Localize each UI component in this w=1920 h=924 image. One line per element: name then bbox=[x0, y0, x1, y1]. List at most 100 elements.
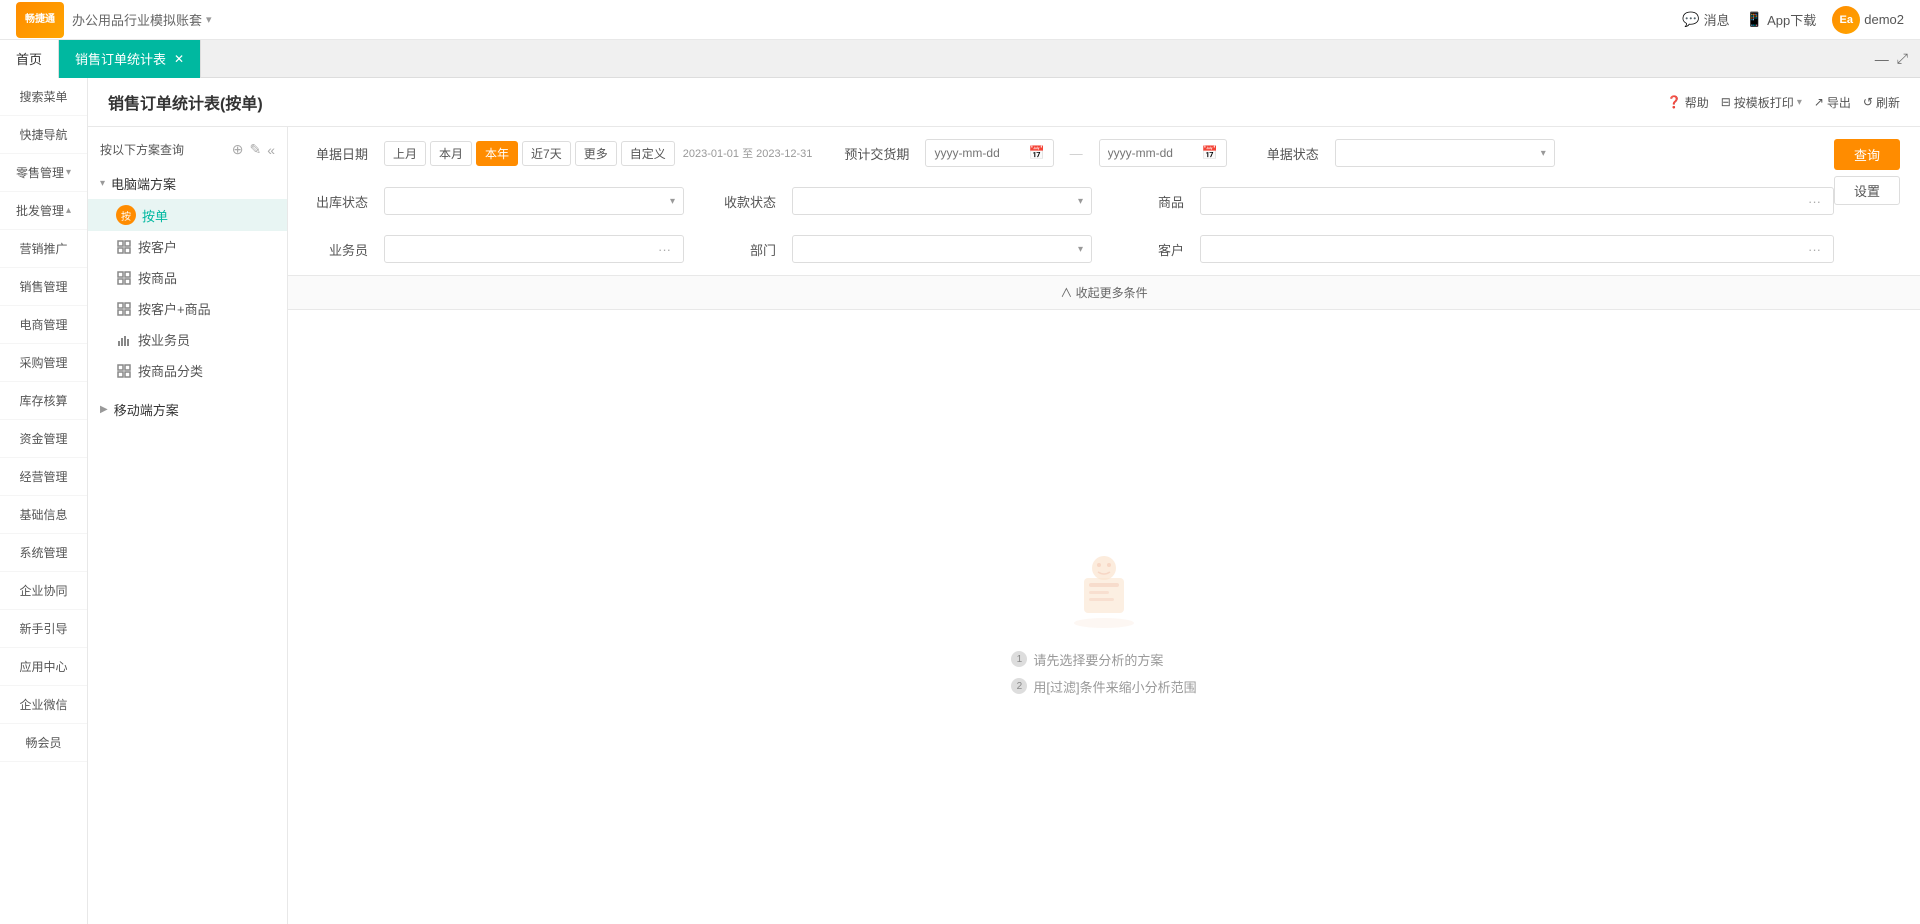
sidebar-item-quick-nav[interactable]: 快捷导航 bbox=[0, 116, 87, 154]
avatar-text: Ea bbox=[1840, 14, 1853, 26]
date-btn-this-month[interactable]: 本月 bbox=[430, 141, 472, 166]
main-layout: 搜索菜单 快捷导航 零售管理 ▾ 批发管理 ▴ 营销推广 销售管理 电商管理 采… bbox=[0, 78, 1920, 924]
edit-scheme-icon[interactable]: ✎ bbox=[249, 141, 261, 158]
sidebar-item-inventory[interactable]: 库存核算 bbox=[0, 382, 87, 420]
expected-date-to-input[interactable] bbox=[1108, 146, 1198, 160]
product-ellipsis-icon[interactable]: ··· bbox=[1804, 194, 1825, 209]
product-input-wrap[interactable]: ··· bbox=[1200, 187, 1834, 215]
tree-item-by-customer[interactable]: 按客户 bbox=[88, 231, 287, 262]
by-prod-cat-label: 按商品分类 bbox=[138, 361, 203, 380]
salesperson-input[interactable] bbox=[393, 242, 654, 257]
bill-date-label: 单据日期 bbox=[308, 144, 368, 163]
date-btn-custom[interactable]: 自定义 bbox=[621, 141, 675, 166]
salesperson-input-wrap[interactable]: ··· bbox=[384, 235, 684, 263]
sidebar-item-new-guide[interactable]: 新手引导 bbox=[0, 610, 87, 648]
tab-home[interactable]: 首页 bbox=[0, 40, 59, 78]
dept-select[interactable]: ▾ bbox=[792, 235, 1092, 263]
tree-parent-mobile[interactable]: ▶ 移动端方案 bbox=[88, 394, 287, 425]
tree-parent-arrow-icon: ▾ bbox=[100, 178, 105, 189]
message-icon: 💬 bbox=[1682, 11, 1699, 28]
user-btn[interactable]: Ea demo2 bbox=[1832, 6, 1904, 34]
tab-home-label: 首页 bbox=[16, 49, 42, 68]
sidebar-item-retail-mgmt[interactable]: 零售管理 ▾ bbox=[0, 154, 87, 192]
tree-item-by-order[interactable]: 按 按单 bbox=[88, 199, 287, 231]
sidebar-item-basic-info[interactable]: 基础信息 bbox=[0, 496, 87, 534]
help-btn[interactable]: ❓ 帮助 bbox=[1667, 94, 1709, 111]
sidebar-item-wholesale-mgmt[interactable]: 批发管理 ▴ bbox=[0, 192, 87, 230]
sidebar-label-basic-info: 基础信息 bbox=[19, 508, 67, 522]
sidebar-item-mktg-promo[interactable]: 营销推广 bbox=[0, 230, 87, 268]
sidebar-item-biz-mgmt[interactable]: 经营管理 bbox=[0, 458, 87, 496]
customer-input[interactable] bbox=[1209, 242, 1804, 257]
tree-section-pc: ▾ 电脑端方案 按 按单 按客 bbox=[88, 164, 287, 390]
tip-text-1: 请先选择要分析的方案 bbox=[1033, 650, 1163, 669]
app-download-btn[interactable]: 📱 App下载 bbox=[1746, 10, 1817, 29]
tree-parent-pc[interactable]: ▾ 电脑端方案 bbox=[88, 168, 287, 199]
query-btn[interactable]: 查询 bbox=[1834, 139, 1900, 170]
date-btn-last7days[interactable]: 近7天 bbox=[522, 141, 571, 166]
expected-date-from[interactable]: 📅 bbox=[925, 139, 1053, 167]
pay-status-select[interactable]: ▾ bbox=[792, 187, 1092, 215]
filter-row-2: 出库状态 ▾ 收款状态 ▾ 商品 bbox=[308, 187, 1834, 215]
delivery-status-dropdown-icon: ▾ bbox=[670, 196, 675, 207]
collapse-label: ∧ 收起更多条件 bbox=[1060, 284, 1147, 301]
sidebar-label-inventory: 库存核算 bbox=[19, 394, 67, 408]
salesperson-label: 业务员 bbox=[308, 240, 368, 259]
sidebar-item-corp-collab[interactable]: 企业协同 bbox=[0, 572, 87, 610]
tree-item-by-cust-prod[interactable]: 按客户+商品 bbox=[88, 293, 287, 324]
salesperson-ellipsis-icon[interactable]: ··· bbox=[654, 242, 675, 257]
help-icon: ❓ bbox=[1667, 95, 1682, 109]
date-btn-last-month[interactable]: 上月 bbox=[384, 141, 426, 166]
sidebar-item-sys-mgmt[interactable]: 系统管理 bbox=[0, 534, 87, 572]
date-btn-more[interactable]: 更多 bbox=[575, 141, 617, 166]
refresh-btn[interactable]: ↺ 刷新 bbox=[1863, 94, 1900, 111]
message-btn[interactable]: 💬 消息 bbox=[1682, 10, 1729, 29]
setting-btn[interactable]: 设置 bbox=[1834, 176, 1900, 205]
pay-status-label: 收款状态 bbox=[716, 192, 776, 211]
add-scheme-icon[interactable]: ⊕ bbox=[232, 141, 244, 158]
minimize-btn[interactable]: — bbox=[1875, 51, 1889, 67]
delivery-status-select[interactable]: ▾ bbox=[384, 187, 684, 215]
collapse-panel-icon[interactable]: « bbox=[267, 142, 275, 158]
refresh-label: 刷新 bbox=[1876, 94, 1900, 111]
left-panel: 按以下方案查询 ⊕ ✎ « ▾ 电脑端方案 按 按单 bbox=[88, 127, 288, 924]
product-input[interactable] bbox=[1209, 194, 1804, 209]
collapse-row[interactable]: ∧ 收起更多条件 bbox=[288, 276, 1920, 310]
app-title-dropdown[interactable]: 办公用品行业模拟账套 ▾ bbox=[72, 10, 212, 29]
by-salesperson-label: 按业务员 bbox=[138, 330, 190, 349]
bill-status-label: 单据状态 bbox=[1259, 144, 1319, 163]
content-area: 销售订单统计表(按单) ❓ 帮助 ⊟ 按模板打印 ▾ ↗ 导出 ↺ 刷新 bbox=[88, 78, 1920, 924]
by-salesperson-icon bbox=[116, 332, 132, 348]
sidebar-item-ecom-mgmt[interactable]: 电商管理 bbox=[0, 306, 87, 344]
empty-tips: 1 请先选择要分析的方案 2 用[过滤]条件来缩小分析范围 bbox=[1011, 650, 1196, 696]
sidebar-label-sales-mgmt: 销售管理 bbox=[19, 280, 67, 294]
bill-status-select[interactable]: ▾ bbox=[1335, 139, 1555, 167]
sidebar-item-purchase-mgmt[interactable]: 采购管理 bbox=[0, 344, 87, 382]
template-print-btn[interactable]: ⊟ 按模板打印 ▾ bbox=[1721, 94, 1802, 111]
sidebar-label-new-guide: 新手引导 bbox=[19, 622, 67, 636]
sidebar-item-app-center[interactable]: 应用中心 bbox=[0, 648, 87, 686]
sidebar-item-finance-mgmt[interactable]: 资金管理 bbox=[0, 420, 87, 458]
tree-item-by-product[interactable]: 按商品 bbox=[88, 262, 287, 293]
by-order-label: 按单 bbox=[142, 206, 168, 225]
date-btn-this-year[interactable]: 本年 bbox=[476, 141, 518, 166]
export-btn[interactable]: ↗ 导出 bbox=[1814, 94, 1851, 111]
expected-date-to[interactable]: 📅 bbox=[1099, 139, 1227, 167]
tree-item-by-salesperson[interactable]: 按业务员 bbox=[88, 324, 287, 355]
customer-input-wrap[interactable]: ··· bbox=[1200, 235, 1834, 263]
tab-sales-stat[interactable]: 销售订单统计表 ✕ bbox=[59, 40, 201, 78]
tab-close-icon[interactable]: ✕ bbox=[174, 52, 184, 66]
sidebar-item-search-menu[interactable]: 搜索菜单 bbox=[0, 78, 87, 116]
empty-tip-2: 2 用[过滤]条件来缩小分析范围 bbox=[1011, 677, 1196, 696]
sidebar-item-sales-mgmt[interactable]: 销售管理 bbox=[0, 268, 87, 306]
sidebar-item-corp-wechat[interactable]: 企业微信 bbox=[0, 686, 87, 724]
tip-num-2: 2 bbox=[1011, 678, 1027, 694]
customer-ellipsis-icon[interactable]: ··· bbox=[1804, 242, 1825, 257]
sidebar-item-vip-member[interactable]: 畅会员 bbox=[0, 724, 87, 762]
tab-bar: 首页 销售订单统计表 ✕ — ⤢ bbox=[0, 40, 1920, 78]
sidebar-label-vip-member: 畅会员 bbox=[25, 736, 61, 750]
expected-date-from-input[interactable] bbox=[934, 146, 1024, 160]
maximize-btn[interactable]: ⤢ bbox=[1897, 50, 1908, 67]
export-label: 导出 bbox=[1827, 94, 1851, 111]
tree-item-by-prod-cat[interactable]: 按商品分类 bbox=[88, 355, 287, 386]
